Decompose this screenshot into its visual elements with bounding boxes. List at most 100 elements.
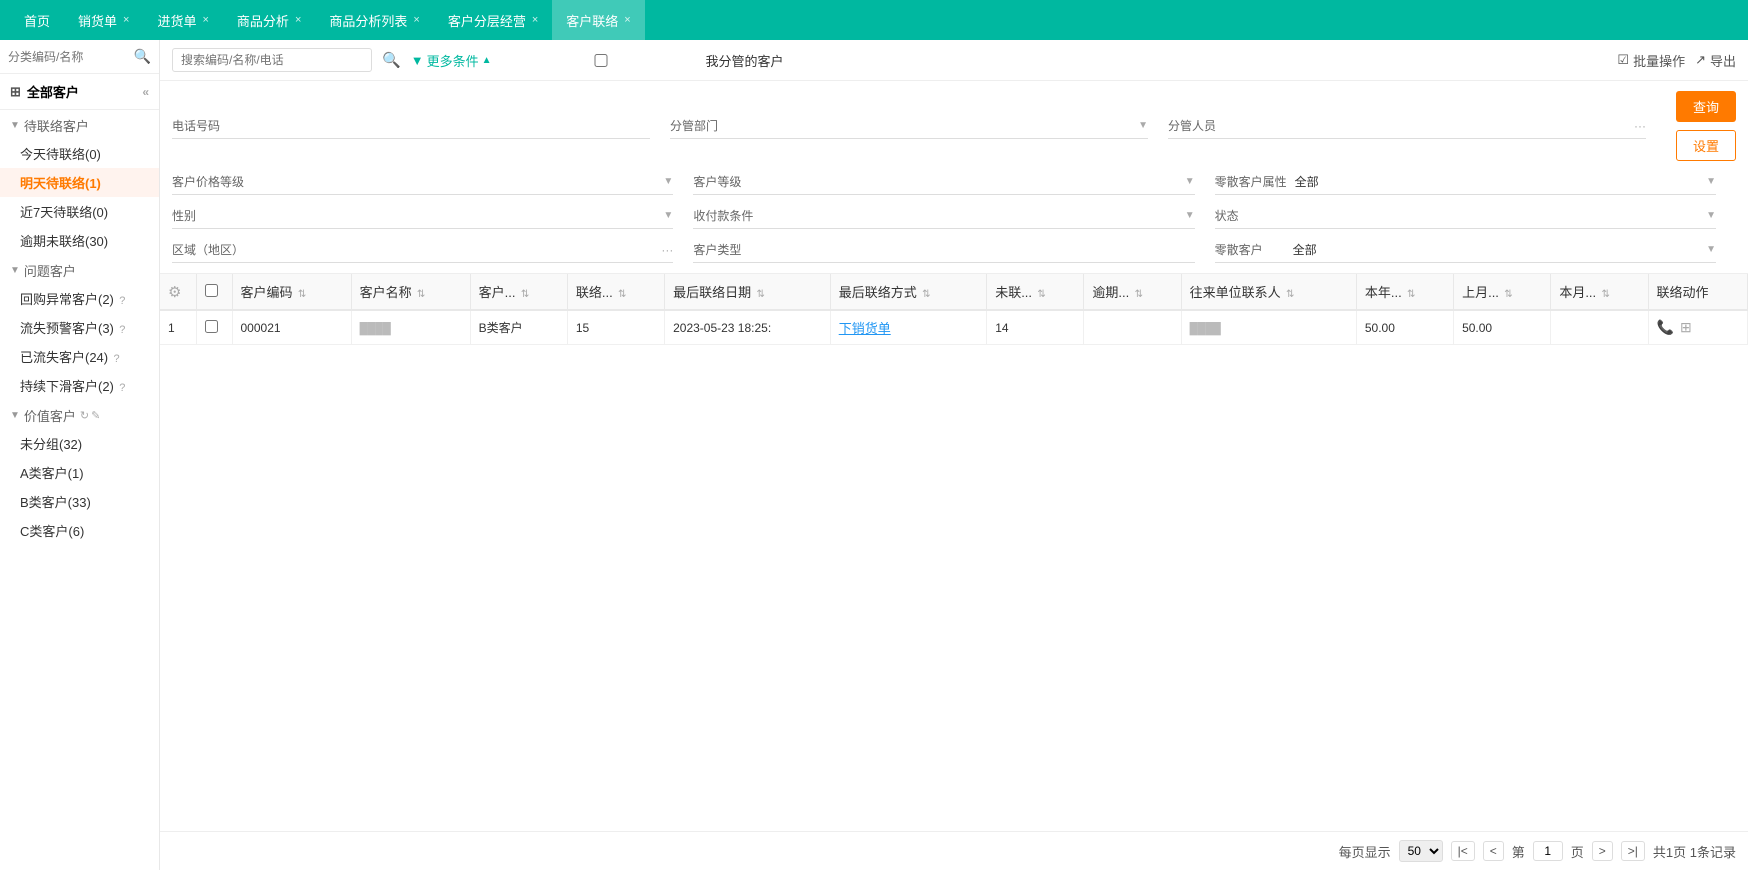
arrow-icon: ▼ xyxy=(10,410,20,421)
sidebar-item-overdue[interactable]: 逾期未联络(30) xyxy=(0,226,159,255)
sidebar: 🔍 ⊞ 全部客户 « ▼ 待联络客户 今天待联络(0) 明天待联络(1) 近7天… xyxy=(0,40,160,870)
sidebar-item-class-c[interactable]: C类客户(6) xyxy=(0,516,159,545)
payment-field: 收付款条件 ▼ xyxy=(693,203,1194,229)
sort-icon[interactable]: ⇅ xyxy=(1504,289,1512,300)
sort-icon[interactable]: ⇅ xyxy=(1407,289,1415,300)
sidebar-item-declining[interactable]: 持续下滑客户(2) ? xyxy=(0,371,159,400)
th-uncontacted: 未联... ⇅ xyxy=(987,274,1084,310)
close-icon[interactable]: × xyxy=(123,14,129,26)
export-icon: ↗ xyxy=(1695,52,1706,68)
data-table-area: ⚙ 客户编码 ⇅ 客户名称 ⇅ xyxy=(160,274,1748,831)
close-icon[interactable]: × xyxy=(202,14,208,26)
nav-product-analysis-list[interactable]: 商品分析列表 × xyxy=(315,0,433,40)
arrow-icon: ▼ xyxy=(10,120,20,131)
sidebar-item-class-a[interactable]: A类客户(1) xyxy=(0,458,159,487)
query-button[interactable]: 查询 xyxy=(1676,91,1736,122)
th-unit-contact: 往来单位联系人 ⇅ xyxy=(1181,274,1356,310)
customer-type-field: 客户类型 xyxy=(693,237,1194,263)
sidebar-all-customers[interactable]: ⊞ 全部客户 « xyxy=(0,74,159,110)
next-page-btn[interactable]: > xyxy=(1592,841,1613,861)
sidebar-section-problem: ▼ 问题客户 xyxy=(0,255,159,284)
sort-icon[interactable]: ⇅ xyxy=(1135,289,1143,300)
prev-page-btn[interactable]: < xyxy=(1483,841,1504,861)
search-input[interactable] xyxy=(172,48,372,72)
page-number-input[interactable] xyxy=(1533,841,1563,861)
sidebar-item-churned[interactable]: 已流失客户(24) ? xyxy=(0,342,159,371)
sort-icon[interactable]: ⇅ xyxy=(1602,289,1610,300)
query-area: 查询 设置 xyxy=(1666,91,1736,161)
sidebar-item-class-b[interactable]: B类客户(33) xyxy=(0,487,159,516)
chevron-up-icon: ▲ xyxy=(482,55,492,66)
batch-operation-btn[interactable]: ☑ 批量操作 xyxy=(1617,51,1685,70)
content-area: 🔍 ▼ 更多条件 ▲ 我分管的客户 ☑ 批量操作 ↗ 导出 xyxy=(160,40,1748,870)
settings-icon[interactable]: ⚙ xyxy=(168,284,181,301)
set-button[interactable]: 设置 xyxy=(1676,130,1736,161)
sidebar-item-ungrouped[interactable]: 未分组(32) xyxy=(0,429,159,458)
refresh-icon[interactable]: ↻ xyxy=(80,409,89,422)
collapse-icon[interactable]: « xyxy=(142,85,149,99)
filter-row-1: 电话号码 分管部门 ▼ 分管人员 ··· 查询 设置 xyxy=(172,91,1736,161)
my-customers-checkbox[interactable] xyxy=(501,54,701,67)
top-navigation: 首页 销货单 × 进货单 × 商品分析 × 商品分析列表 × 客户分层经营 × … xyxy=(0,0,1748,40)
sidebar-search-input[interactable] xyxy=(8,50,134,64)
action-icons-group: 📞 ⊞ xyxy=(1657,319,1739,336)
grid-action-icon[interactable]: ⊞ xyxy=(1680,319,1692,336)
first-page-btn[interactable]: |< xyxy=(1451,841,1475,861)
checkbox-icon: ☑ xyxy=(1617,52,1629,68)
last-page-btn[interactable]: >| xyxy=(1621,841,1645,861)
close-icon[interactable]: × xyxy=(295,14,301,26)
nav-customer-tier[interactable]: 客户分层经营 × xyxy=(434,0,552,40)
td-this-month xyxy=(1551,310,1648,345)
edit-icon[interactable]: ✎ xyxy=(91,409,100,422)
th-last-contact-date: 最后联络日期 ⇅ xyxy=(665,274,831,310)
customer-level-field: 客户等级 ▼ xyxy=(693,169,1194,195)
nav-customer-contact[interactable]: 客户联络 × xyxy=(552,0,644,40)
region-field: 区域（地区） ··· xyxy=(172,237,673,263)
phone-action-icon[interactable]: 📞 xyxy=(1657,319,1674,336)
sidebar-item-repurchase-abnormal[interactable]: 回购异常客户(2) ? xyxy=(0,284,159,313)
more-icon: ··· xyxy=(1634,119,1646,133)
nav-sales-order[interactable]: 销货单 × xyxy=(64,0,143,40)
td-code: 000021 xyxy=(232,310,351,345)
more-icon: ··· xyxy=(661,243,673,257)
chevron-down-icon: ▼ xyxy=(1185,176,1195,187)
sort-icon[interactable]: ⇅ xyxy=(618,289,626,300)
sort-icon[interactable]: ⇅ xyxy=(1286,289,1294,300)
sidebar-item-tomorrow[interactable]: 明天待联络(1) xyxy=(0,168,159,197)
sort-icon[interactable]: ⇅ xyxy=(298,289,306,300)
status-field: 状态 ▼ xyxy=(1215,203,1716,229)
th-customer-type: 客户... ⇅ xyxy=(470,274,567,310)
export-button[interactable]: ↗ 导出 xyxy=(1695,51,1736,70)
per-page-select[interactable]: 50 xyxy=(1399,840,1443,862)
close-icon[interactable]: × xyxy=(624,14,630,26)
sort-icon[interactable]: ⇅ xyxy=(1037,289,1045,300)
nav-product-analysis[interactable]: 商品分析 × xyxy=(223,0,315,40)
chevron-down-icon: ▼ xyxy=(1706,244,1716,255)
more-conditions-btn[interactable]: ▼ 更多条件 ▲ xyxy=(411,51,492,70)
nav-purchase-order[interactable]: 进货单 × xyxy=(143,0,222,40)
sidebar-section-value: ▼ 价值客户 ↻ ✎ xyxy=(0,400,159,429)
chevron-down-icon: ▼ xyxy=(1185,210,1195,221)
gender-field: 性别 ▼ xyxy=(172,203,673,229)
contact-method-link[interactable]: 下销货单 xyxy=(839,321,891,336)
sidebar-item-7days[interactable]: 近7天待联络(0) xyxy=(0,197,159,226)
sidebar-search-icon[interactable]: 🔍 xyxy=(134,48,151,65)
nav-home[interactable]: 首页 xyxy=(10,0,64,40)
sort-icon[interactable]: ⇅ xyxy=(521,289,529,300)
sort-icon[interactable]: ⇅ xyxy=(922,289,930,300)
sidebar-item-churn-warning[interactable]: 流失预警客户(3) ? xyxy=(0,313,159,342)
retail-customer-field: 零散客户 全部 ▼ xyxy=(1215,237,1716,263)
th-action: 联络动作 xyxy=(1648,274,1747,310)
sort-icon[interactable]: ⇅ xyxy=(756,289,764,300)
sidebar-item-today[interactable]: 今天待联络(0) xyxy=(0,139,159,168)
close-icon[interactable]: × xyxy=(413,14,419,26)
td-uncontacted: 14 xyxy=(987,310,1084,345)
my-customers-checkbox-label[interactable]: 我分管的客户 xyxy=(501,51,783,70)
search-button[interactable]: 🔍 xyxy=(382,51,401,69)
sort-icon[interactable]: ⇅ xyxy=(417,289,425,300)
grid-icon: ⊞ xyxy=(10,84,21,100)
row-checkbox[interactable] xyxy=(205,320,218,333)
select-all-checkbox[interactable] xyxy=(205,284,218,297)
th-customer-name: 客户名称 ⇅ xyxy=(351,274,470,310)
close-icon[interactable]: × xyxy=(532,14,538,26)
